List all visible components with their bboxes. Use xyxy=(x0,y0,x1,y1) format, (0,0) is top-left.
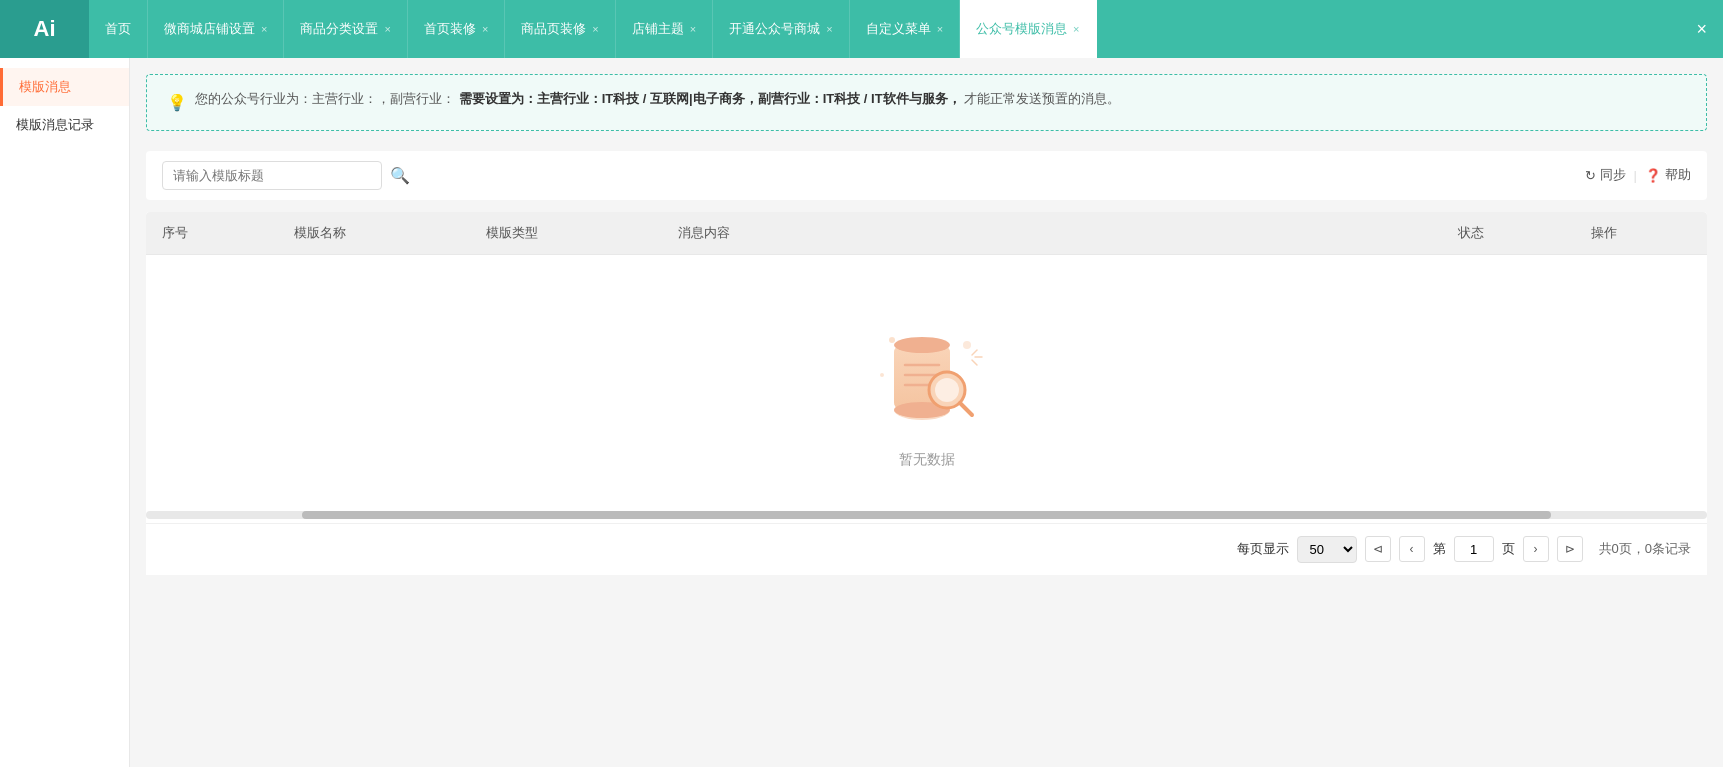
sidebar-item-template-record[interactable]: 模版消息记录 xyxy=(0,106,129,144)
close-tab-1[interactable]: × xyxy=(261,23,267,35)
help-button[interactable]: ❓ 帮助 xyxy=(1645,166,1691,184)
sync-button[interactable]: ↻ 同步 xyxy=(1585,166,1626,184)
pagination-bar: 每页显示 50 10 20 100 ⊲ ‹ 第 页 › ⊳ 共0页，0条记录 xyxy=(146,523,1707,575)
svg-line-10 xyxy=(960,403,972,415)
close-tab-2[interactable]: × xyxy=(384,23,390,35)
svg-line-14 xyxy=(972,350,977,355)
nav-tab-product-decor[interactable]: 商品页装修 × xyxy=(505,0,615,58)
question-icon: ❓ xyxy=(1645,168,1661,183)
top-navigation: Ai 首页 微商城店铺设置 × 商品分类设置 × 首页装修 × 商品页装修 × … xyxy=(0,0,1723,58)
table-wrapper: 序号 模版名称 模版类型 消息内容 状态 操作 xyxy=(146,212,1707,575)
search-button[interactable]: 🔍 xyxy=(390,166,410,185)
close-tab-3[interactable]: × xyxy=(482,23,488,35)
toolbar-right: ↻ 同步 | ❓ 帮助 xyxy=(1585,166,1691,184)
table-header-row: 序号 模版名称 模版类型 消息内容 状态 操作 xyxy=(146,212,1707,255)
nav-tab-theme[interactable]: 店铺主题 × xyxy=(616,0,713,58)
close-tab-6[interactable]: × xyxy=(826,23,832,35)
logo: Ai xyxy=(0,0,89,58)
col-content: 消息内容 xyxy=(662,212,1443,255)
nav-tab-open-mall[interactable]: 开通公众号商城 × xyxy=(713,0,849,58)
svg-point-12 xyxy=(963,341,971,349)
empty-icon xyxy=(867,315,987,435)
empty-state: 暂无数据 xyxy=(146,255,1707,509)
close-tab-5[interactable]: × xyxy=(690,23,696,35)
svg-line-16 xyxy=(972,360,977,365)
nav-tab-category[interactable]: 商品分类设置 × xyxy=(284,0,407,58)
close-tab-4[interactable]: × xyxy=(592,23,598,35)
col-index: 序号 xyxy=(146,212,278,255)
empty-text: 暂无数据 xyxy=(146,451,1707,469)
scroll-track xyxy=(146,511,1707,519)
page-last-button[interactable]: ⊳ xyxy=(1557,536,1583,562)
page-input[interactable] xyxy=(1454,536,1494,562)
col-status: 状态 xyxy=(1442,212,1574,255)
svg-point-13 xyxy=(880,373,884,377)
col-type: 模版类型 xyxy=(470,212,662,255)
nav-tab-template-message[interactable]: 公众号模版消息 × xyxy=(960,0,1096,58)
nav-tab-shop-settings[interactable]: 微商城店铺设置 × xyxy=(148,0,284,58)
nav-tab-home[interactable]: 首页 xyxy=(89,0,148,58)
sidebar: 模版消息 模版消息记录 xyxy=(0,58,130,767)
page-next-button[interactable]: › xyxy=(1523,536,1549,562)
search-left: 🔍 xyxy=(162,161,410,190)
page-prev-button[interactable]: ‹ xyxy=(1399,536,1425,562)
search-toolbar: 🔍 ↻ 同步 | ❓ 帮助 xyxy=(146,151,1707,200)
page-di-label: 第 xyxy=(1433,540,1446,558)
nav-tabs-container: 首页 微商城店铺设置 × 商品分类设置 × 首页装修 × 商品页装修 × 店铺主… xyxy=(89,0,1680,58)
sync-icon: ↻ xyxy=(1585,168,1596,183)
horizontal-scrollbar[interactable] xyxy=(146,511,1707,523)
col-action: 操作 xyxy=(1575,212,1707,255)
empty-row: 暂无数据 xyxy=(146,254,1707,509)
page-size-select[interactable]: 50 10 20 100 xyxy=(1297,536,1357,563)
scroll-thumb[interactable] xyxy=(302,511,1551,519)
data-table: 序号 模版名称 模版类型 消息内容 状态 操作 xyxy=(146,212,1707,509)
page-first-button[interactable]: ⊲ xyxy=(1365,536,1391,562)
sidebar-item-template-message[interactable]: 模版消息 xyxy=(0,68,129,106)
col-name: 模版名称 xyxy=(278,212,470,255)
svg-point-11 xyxy=(889,337,895,343)
page-total: 共0页，0条记录 xyxy=(1599,540,1691,558)
page-size-label: 每页显示 xyxy=(1237,540,1289,558)
nav-tab-custom-menu[interactable]: 自定义菜单 × xyxy=(850,0,960,58)
bulb-icon: 💡 xyxy=(167,90,187,116)
page-unit-label: 页 xyxy=(1502,540,1515,558)
toolbar-divider: | xyxy=(1634,168,1637,183)
svg-point-9 xyxy=(935,378,959,402)
notice-box: 💡 您的公众号行业为：主营行业：，副营行业： 需要设置为：主营行业：IT科技 /… xyxy=(146,74,1707,131)
close-tab-8[interactable]: × xyxy=(1073,23,1079,35)
nav-tab-home-decor[interactable]: 首页装修 × xyxy=(408,0,505,58)
content-area: 💡 您的公众号行业为：主营行业：，副营行业： 需要设置为：主营行业：IT科技 /… xyxy=(130,58,1723,767)
search-input[interactable] xyxy=(162,161,382,190)
notice-text: 您的公众号行业为：主营行业：，副营行业： 需要设置为：主营行业：IT科技 / 互… xyxy=(195,89,1120,110)
close-all-button[interactable]: × xyxy=(1680,19,1723,40)
svg-point-3 xyxy=(894,337,950,353)
main-layout: 模版消息 模版消息记录 💡 您的公众号行业为：主营行业：，副营行业： 需要设置为… xyxy=(0,58,1723,767)
close-tab-7[interactable]: × xyxy=(937,23,943,35)
